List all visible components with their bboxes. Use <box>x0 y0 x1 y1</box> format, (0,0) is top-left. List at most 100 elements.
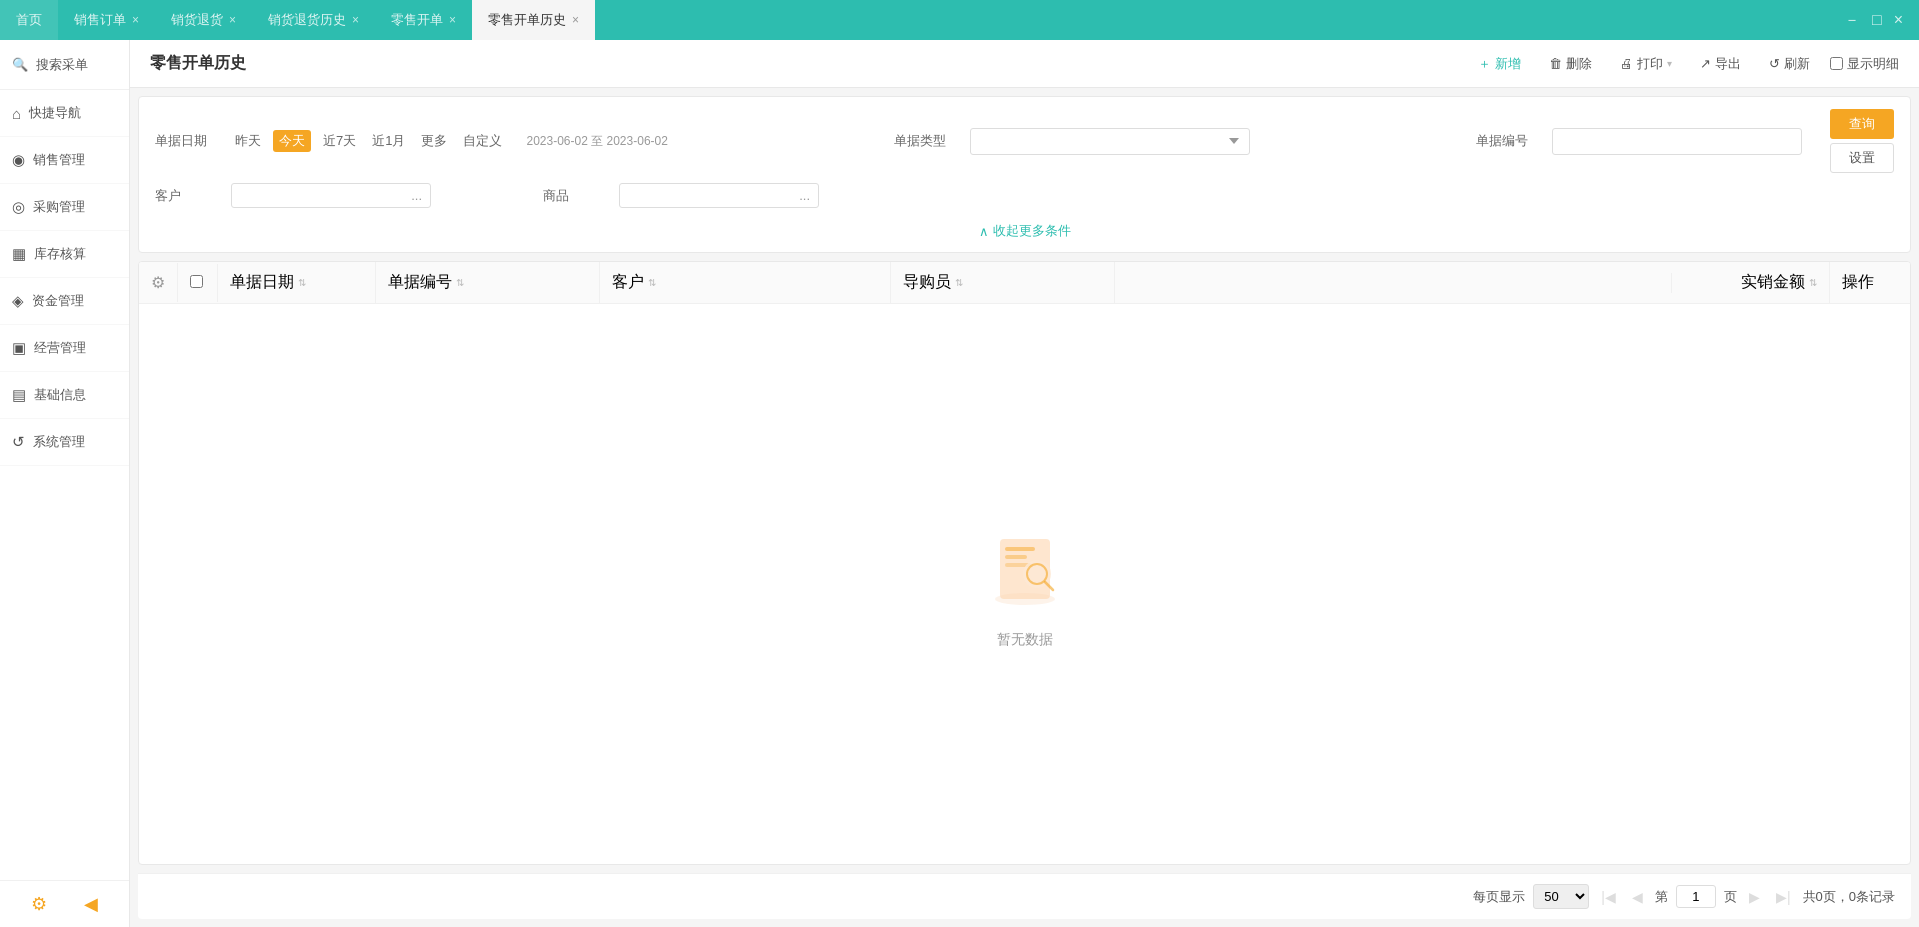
refresh-button[interactable]: ↺ 刷新 <box>1761 51 1818 77</box>
collapse-bar[interactable]: ∧ 收起更多条件 <box>155 218 1894 240</box>
tab-home[interactable]: 首页 <box>0 0 58 40</box>
sort-date-icon[interactable]: ⇅ <box>298 277 306 288</box>
gear-icon[interactable]: ⚙ <box>151 274 165 291</box>
maximize-btn[interactable]: □ <box>1872 11 1882 29</box>
sidebar-item-basic-info[interactable]: ▤ 基础信息 <box>0 372 129 419</box>
order-type-label: 单据类型 <box>894 132 954 150</box>
tab-retail-history[interactable]: 零售开单历史 × <box>472 0 595 40</box>
tab-retail-open[interactable]: 零售开单 × <box>375 0 472 40</box>
print-button[interactable]: 🖨 打印 ▾ <box>1612 51 1680 77</box>
sidebar: 🔍 搜索采单 ⌂ 快捷导航 ◉ 销售管理 ◎ 采购管理 ▦ 库存核算 ◈ 资金管… <box>0 40 130 927</box>
show-detail-label: 显示明细 <box>1847 55 1899 73</box>
pagination: 每页显示 50 10 20 100 |◀ ◀ 第 页 ▶ ▶| 共0页，0条记录 <box>138 873 1911 919</box>
window-controls: － □ × <box>1844 10 1919 31</box>
sidebar-item-operations[interactable]: ▣ 经营管理 <box>0 325 129 372</box>
date-more[interactable]: 更多 <box>417 130 451 152</box>
export-icon: ↗ <box>1700 56 1711 71</box>
sort-amount-icon[interactable]: ⇅ <box>1809 277 1817 288</box>
col-no[interactable]: 单据编号 ⇅ <box>376 262 600 303</box>
col-amount[interactable]: 实销金额 ⇅ <box>1672 262 1830 303</box>
export-label: 导出 <box>1715 55 1741 73</box>
tab-bar: 首页 销售订单 × 销货退货 × 销货退货历史 × 零售开单 × 零售开单历史 … <box>0 0 1919 40</box>
col-date[interactable]: 单据日期 ⇅ <box>218 262 376 303</box>
tab-sales-order-close[interactable]: × <box>132 13 139 27</box>
collapse-sidebar-icon[interactable]: ◀ <box>84 893 98 915</box>
order-no-input[interactable] <box>1552 128 1802 155</box>
sort-customer-icon[interactable]: ⇅ <box>648 277 656 288</box>
tab-retail-history-label: 零售开单历史 <box>488 11 566 29</box>
col-action-label: 操作 <box>1842 273 1874 290</box>
tab-sales-return[interactable]: 销货退货 × <box>155 0 252 40</box>
delete-button[interactable]: 🗑 删除 <box>1541 51 1600 77</box>
filter-area: 单据日期 昨天 今天 近7天 近1月 更多 自定义 2023-06-02 至 2… <box>138 96 1911 253</box>
sidebar-item-finance[interactable]: ◈ 资金管理 <box>0 278 129 325</box>
minimize-btn[interactable]: － <box>1844 10 1860 31</box>
product-input[interactable]: ... <box>619 183 819 208</box>
filter-row-1: 单据日期 昨天 今天 近7天 近1月 更多 自定义 2023-06-02 至 2… <box>155 109 1894 173</box>
select-all-checkbox[interactable] <box>190 275 203 288</box>
product-dots[interactable]: ... <box>799 188 810 203</box>
export-button[interactable]: ↗ 导出 <box>1692 51 1749 77</box>
table-settings-icon[interactable]: ⚙ <box>139 263 178 302</box>
tab-retail-history-close[interactable]: × <box>572 13 579 27</box>
tab-sales-return-history-close[interactable]: × <box>352 13 359 27</box>
show-detail-checkbox[interactable]: 显示明细 <box>1830 55 1899 73</box>
page-input[interactable] <box>1676 885 1716 908</box>
sidebar-item-sales-mgmt-label: 销售管理 <box>33 151 85 169</box>
next-page-btn[interactable]: ▶ <box>1745 887 1764 907</box>
col-customer-label: 客户 <box>612 272 644 293</box>
date-yesterday[interactable]: 昨天 <box>231 130 265 152</box>
tab-sales-order[interactable]: 销售订单 × <box>58 0 155 40</box>
order-type-select[interactable] <box>970 128 1250 155</box>
date-last7[interactable]: 近7天 <box>319 130 360 152</box>
sidebar-item-purchase-mgmt[interactable]: ◎ 采购管理 <box>0 184 129 231</box>
settings-bottom-icon[interactable]: ⚙ <box>31 893 47 915</box>
customer-input[interactable]: ... <box>231 183 431 208</box>
per-page-select[interactable]: 50 10 20 100 <box>1533 884 1589 909</box>
sidebar-item-inventory[interactable]: ▦ 库存核算 <box>0 231 129 278</box>
prev-page-btn[interactable]: ◀ <box>1628 887 1647 907</box>
empty-text: 暂无数据 <box>997 631 1053 649</box>
col-salesperson[interactable]: 导购员 ⇅ <box>891 262 1115 303</box>
sales-icon: ◉ <box>12 151 25 169</box>
date-custom[interactable]: 自定义 <box>459 130 506 152</box>
sidebar-item-quick-nav-label: 快捷导航 <box>29 104 81 122</box>
sort-no-icon[interactable]: ⇅ <box>456 277 464 288</box>
sidebar-item-sales-mgmt[interactable]: ◉ 销售管理 <box>0 137 129 184</box>
setting-button[interactable]: 设置 <box>1830 143 1894 173</box>
sidebar-item-purchase-mgmt-label: 采购管理 <box>33 198 85 216</box>
query-button[interactable]: 查询 <box>1830 109 1894 139</box>
product-label: 商品 <box>543 187 603 205</box>
first-page-btn[interactable]: |◀ <box>1597 887 1620 907</box>
sidebar-item-operations-label: 经营管理 <box>34 339 86 357</box>
sidebar-item-inventory-label: 库存核算 <box>34 245 86 263</box>
total-text: 共0页，0条记录 <box>1803 888 1895 906</box>
table-header-row: ⚙ 单据日期 ⇅ 单据编号 ⇅ <box>139 262 1910 304</box>
last-page-btn[interactable]: ▶| <box>1772 887 1795 907</box>
customer-dots[interactable]: ... <box>411 188 422 203</box>
date-label: 单据日期 <box>155 132 215 150</box>
col-spacer <box>1115 273 1672 293</box>
tab-retail-open-close[interactable]: × <box>449 13 456 27</box>
table-container: ⚙ 单据日期 ⇅ 单据编号 ⇅ <box>138 261 1911 865</box>
sidebar-bottom: ⚙ ◀ <box>0 880 129 927</box>
col-customer[interactable]: 客户 ⇅ <box>600 262 891 303</box>
date-shortcuts: 昨天 今天 近7天 近1月 更多 自定义 <box>231 130 506 152</box>
empty-illustration <box>975 519 1075 619</box>
sidebar-search[interactable]: 🔍 搜索采单 <box>0 40 129 90</box>
collapse-icon: ∧ <box>979 224 989 239</box>
sidebar-item-quick-nav[interactable]: ⌂ 快捷导航 <box>0 90 129 137</box>
per-page-label: 每页显示 <box>1473 888 1525 906</box>
sort-salesperson-icon[interactable]: ⇅ <box>955 277 963 288</box>
sidebar-item-system[interactable]: ↺ 系统管理 <box>0 419 129 466</box>
col-amount-label: 实销金额 <box>1741 272 1805 293</box>
table-checkbox-header[interactable] <box>178 264 218 302</box>
close-btn[interactable]: × <box>1894 11 1903 29</box>
sidebar-item-system-label: 系统管理 <box>33 433 85 451</box>
new-button[interactable]: ＋ 新增 <box>1470 51 1529 77</box>
tab-sales-return-close[interactable]: × <box>229 13 236 27</box>
tab-sales-return-history[interactable]: 销货退货历史 × <box>252 0 375 40</box>
date-today[interactable]: 今天 <box>273 130 311 152</box>
date-last-month[interactable]: 近1月 <box>368 130 409 152</box>
show-detail-input[interactable] <box>1830 57 1843 70</box>
